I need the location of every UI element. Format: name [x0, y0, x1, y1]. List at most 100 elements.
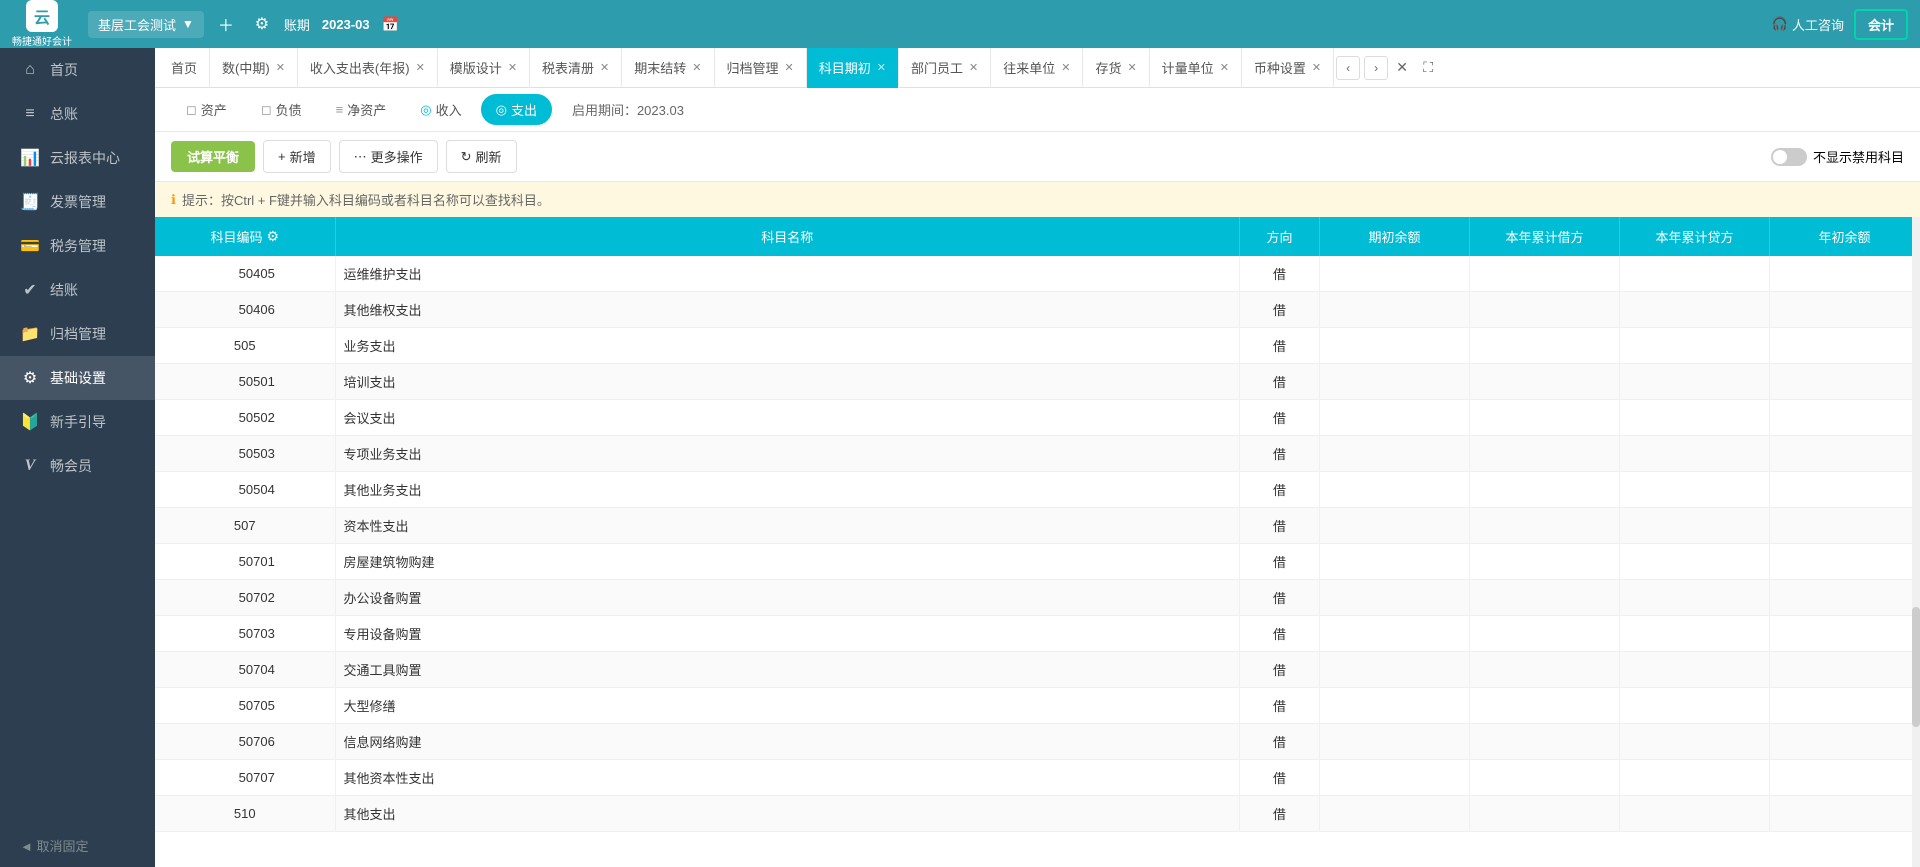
cell-year-balance — [1770, 616, 1920, 652]
tab-close-icon[interactable]: ✕ — [969, 61, 978, 74]
tab-currency[interactable]: 币种设置 ✕ — [1242, 48, 1334, 88]
tab-subject[interactable]: 科目期初 ✕ — [807, 48, 899, 88]
sidebar-item-archive[interactable]: 📁 归档管理 — [0, 312, 155, 356]
table-row[interactable]: 50703专用设备购置借 — [155, 616, 1920, 652]
logo-area[interactable]: 云 畅捷通好会计 — [12, 0, 72, 48]
tab-close-icon[interactable]: ✕ — [1061, 61, 1070, 74]
calendar-icon[interactable]: 📅 — [382, 16, 399, 33]
cell-name: 会议支出 — [335, 400, 1240, 436]
tab-expand-button[interactable]: ⛶ — [1416, 56, 1440, 80]
table-row[interactable]: 50702办公设备购置借 — [155, 580, 1920, 616]
balance-button[interactable]: 试算平衡 — [171, 141, 255, 172]
cell-ytd-debit — [1470, 364, 1620, 400]
income-icon: ◎ — [420, 102, 431, 118]
sidebar-collapse-button[interactable]: ◄ 取消固定 — [0, 824, 155, 867]
period-value: 2023-03 — [322, 17, 370, 32]
help-button[interactable]: 🎧 人工咨询 — [1772, 15, 1844, 34]
table-row[interactable]: 50504其他业务支出借 — [155, 472, 1920, 508]
tab-label: 计量单位 — [1162, 58, 1214, 77]
cell-direction: 借 — [1240, 544, 1320, 580]
tab-close-icon[interactable]: ✕ — [1127, 61, 1136, 74]
account-button[interactable]: 会计 — [1854, 9, 1908, 40]
table-row[interactable]: 50701房屋建筑物购建借 — [155, 544, 1920, 580]
tab-stock[interactable]: 存货 ✕ — [1083, 48, 1149, 88]
header-ytd-credit: 本年累计贷方 — [1620, 217, 1770, 256]
tab-home[interactable]: 首页 — [159, 48, 210, 88]
filter-expense-button[interactable]: ◎ 支出 — [481, 94, 552, 125]
reports-icon: 📊 — [20, 148, 40, 168]
new-button[interactable]: + 新增 — [263, 140, 331, 173]
table-row[interactable]: 50406其他维权支出借 — [155, 292, 1920, 328]
table-row[interactable]: 50502会议支出借 — [155, 400, 1920, 436]
sidebar-item-invoice[interactable]: 🧾 发票管理 — [0, 180, 155, 224]
settings-icon[interactable]: ⚙ — [248, 10, 276, 38]
filter-net-asset-button[interactable]: ≡ 净资产 — [321, 94, 402, 125]
company-selector[interactable]: 基层工会测试 ▼ — [88, 11, 204, 38]
header-gear-icon[interactable]: ⚙ — [266, 228, 279, 245]
tab-partner[interactable]: 往来单位 ✕ — [991, 48, 1083, 88]
table-row[interactable]: 50405运维维护支出借 — [155, 256, 1920, 292]
sidebar-item-settings[interactable]: ⚙ 基础设置 — [0, 356, 155, 400]
tab-close-icon[interactable]: ✕ — [416, 61, 425, 74]
table-row[interactable]: 505业务支出借 — [155, 328, 1920, 364]
tab-archive[interactable]: 归档管理 ✕ — [715, 48, 807, 88]
tab-unit[interactable]: 计量单位 ✕ — [1150, 48, 1242, 88]
tab-close-icon[interactable]: ✕ — [600, 61, 609, 74]
tab-close-icon[interactable]: ✕ — [785, 61, 794, 74]
cell-ytd-debit — [1470, 760, 1620, 796]
scrollbar-thumb[interactable] — [1912, 607, 1920, 727]
cell-year-balance — [1770, 580, 1920, 616]
tab-close-icon[interactable]: ✕ — [1220, 61, 1229, 74]
sidebar-item-guide[interactable]: 🔰 新手引导 — [0, 400, 155, 444]
table-row[interactable]: 50706信息网络购建借 — [155, 724, 1920, 760]
filter-liability-button[interactable]: ◻ 负债 — [246, 94, 317, 125]
toolbar-right: 不显示禁用科目 — [1771, 147, 1904, 166]
cell-opening-balance — [1320, 724, 1470, 760]
switch-track[interactable] — [1771, 148, 1807, 166]
tab-interim[interactable]: 数(中期) ✕ — [210, 48, 298, 88]
tab-close-icon[interactable]: ✕ — [692, 61, 701, 74]
asset-icon: ◻ — [186, 102, 197, 118]
guide-icon: 🔰 — [20, 412, 40, 432]
add-company-button[interactable]: ＋ — [212, 10, 240, 38]
tab-close-icon[interactable]: ✕ — [276, 61, 285, 74]
cell-year-balance — [1770, 292, 1920, 328]
sidebar-item-reports[interactable]: 📊 云报表中心 — [0, 136, 155, 180]
tab-income[interactable]: 收入支出表(年报) ✕ — [298, 48, 438, 88]
more-actions-button[interactable]: ⋯ 更多操作 — [339, 140, 438, 173]
tab-prev-button[interactable]: ‹ — [1336, 56, 1360, 80]
tab-template[interactable]: 模版设计 ✕ — [438, 48, 530, 88]
tab-next-button[interactable]: › — [1364, 56, 1388, 80]
sidebar-item-home[interactable]: ⌂ 首页 — [0, 48, 155, 92]
tab-dept[interactable]: 部门员工 ✕ — [899, 48, 991, 88]
tab-close-icon[interactable]: ✕ — [508, 61, 517, 74]
cell-name: 专项业务支出 — [335, 436, 1240, 472]
cell-direction: 借 — [1240, 724, 1320, 760]
cell-ytd-debit — [1470, 544, 1620, 580]
cell-year-balance — [1770, 256, 1920, 292]
table-row[interactable]: 50707其他资本性支出借 — [155, 760, 1920, 796]
table-row[interactable]: 50705大型修缮借 — [155, 688, 1920, 724]
table-row[interactable]: 50503专项业务支出借 — [155, 436, 1920, 472]
tab-close-icon[interactable]: ✕ — [877, 61, 886, 74]
table-row[interactable]: 50704交通工具购置借 — [155, 652, 1920, 688]
table-row[interactable]: 50501培训支出借 — [155, 364, 1920, 400]
toggle-disabled-button[interactable]: 不显示禁用科目 — [1771, 147, 1904, 166]
company-dropdown-icon: ▼ — [182, 17, 194, 31]
sidebar-item-tax[interactable]: 💳 税务管理 — [0, 224, 155, 268]
cell-direction: 借 — [1240, 436, 1320, 472]
cell-ytd-credit — [1620, 724, 1770, 760]
sidebar-item-member[interactable]: V 畅会员 — [0, 444, 155, 488]
sidebar-item-closing[interactable]: ✔ 结账 — [0, 268, 155, 312]
sidebar-item-ledger[interactable]: ≡ 总账 — [0, 92, 155, 136]
filter-income-button[interactable]: ◎ 收入 — [405, 94, 476, 125]
tab-period-end[interactable]: 期末结转 ✕ — [622, 48, 714, 88]
refresh-button[interactable]: ↻ 刷新 — [446, 140, 517, 173]
filter-asset-button[interactable]: ◻ 资产 — [171, 94, 242, 125]
table-row[interactable]: 510其他支出借 — [155, 796, 1920, 832]
table-row[interactable]: 507资本性支出借 — [155, 508, 1920, 544]
close-all-tabs-button[interactable]: ✕ — [1390, 56, 1414, 80]
logo-icon: 云 — [26, 0, 58, 32]
tab-tax[interactable]: 税表清册 ✕ — [530, 48, 622, 88]
tab-close-icon[interactable]: ✕ — [1312, 61, 1321, 74]
